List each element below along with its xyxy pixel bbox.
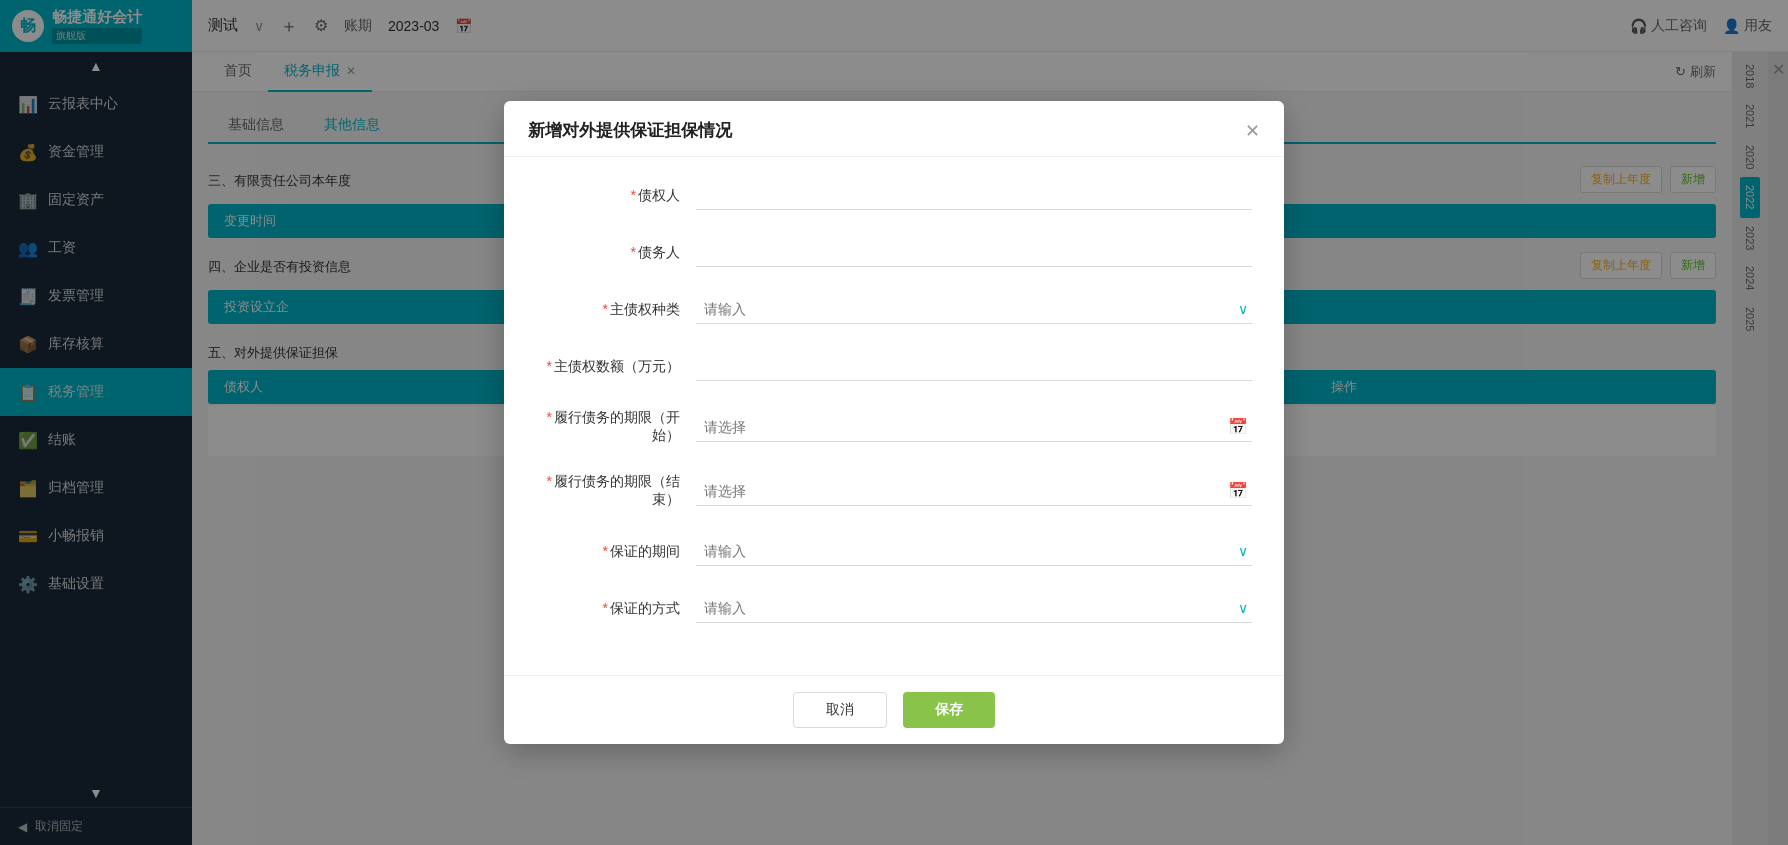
label-debtor: *债务人: [536, 244, 696, 262]
form-field-end-date: *履行债务的期限（结束） 📅: [536, 473, 1252, 509]
form-field-main-claim-type: *主债权种类 ∨: [536, 295, 1252, 324]
required-mark: *: [547, 473, 552, 489]
form-field-main-claim-amount: *主债权数额（万元）: [536, 352, 1252, 381]
modal-title: 新增对外提供保证担保情况: [528, 119, 732, 142]
save-button[interactable]: 保存: [903, 692, 995, 728]
required-mark: *: [547, 409, 552, 425]
select-main-claim-input[interactable]: [696, 295, 1238, 323]
required-mark: *: [603, 543, 608, 559]
label-creditor: *债权人: [536, 187, 696, 205]
required-mark: *: [631, 187, 636, 203]
form-field-start-date: *履行债务的期限（开始） 📅: [536, 409, 1252, 445]
form-field-guarantee-method: *保证的方式 ∨: [536, 594, 1252, 623]
modal-body: *债权人 *债务人 *主债权种类 ∨: [504, 157, 1284, 675]
modal: 新增对外提供保证担保情况 ✕ *债权人 *债务人 *主债权种类: [504, 101, 1284, 744]
form-field-creditor: *债权人: [536, 181, 1252, 210]
required-mark: *: [631, 244, 636, 260]
date-end-input[interactable]: [696, 477, 1228, 505]
label-main-claim-amount: *主债权数额（万元）: [536, 358, 696, 376]
form-field-debtor: *债务人: [536, 238, 1252, 267]
input-main-claim-amount[interactable]: [696, 352, 1252, 381]
required-mark: *: [603, 301, 608, 317]
modal-footer: 取消 保存: [504, 675, 1284, 744]
required-mark: *: [603, 600, 608, 616]
date-start[interactable]: 📅: [696, 413, 1252, 442]
select-main-claim-type[interactable]: ∨: [696, 295, 1252, 324]
label-start-date: *履行债务的期限（开始）: [536, 409, 696, 445]
label-end-date: *履行债务的期限（结束）: [536, 473, 696, 509]
date-end[interactable]: 📅: [696, 477, 1252, 506]
label-guarantee-period: *保证的期间: [536, 543, 696, 561]
label-guarantee-method: *保证的方式: [536, 600, 696, 618]
cancel-button[interactable]: 取消: [793, 692, 887, 728]
chevron-down-method-icon[interactable]: ∨: [1238, 600, 1252, 616]
calendar-end-icon[interactable]: 📅: [1228, 481, 1252, 500]
label-main-claim-type: *主债权种类: [536, 301, 696, 319]
select-guarantee-period-input[interactable]: [696, 537, 1238, 565]
calendar-start-icon[interactable]: 📅: [1228, 417, 1252, 436]
chevron-down-period-icon[interactable]: ∨: [1238, 543, 1252, 559]
select-guarantee-period[interactable]: ∨: [696, 537, 1252, 566]
input-creditor[interactable]: [696, 181, 1252, 210]
modal-close-button[interactable]: ✕: [1245, 122, 1260, 140]
form-field-guarantee-period: *保证的期间 ∨: [536, 537, 1252, 566]
modal-overlay[interactable]: 新增对外提供保证担保情况 ✕ *债权人 *债务人 *主债权种类: [0, 0, 1788, 845]
chevron-down-icon[interactable]: ∨: [1238, 301, 1252, 317]
date-start-input[interactable]: [696, 413, 1228, 441]
select-guarantee-method-input[interactable]: [696, 594, 1238, 622]
select-guarantee-method[interactable]: ∨: [696, 594, 1252, 623]
input-debtor[interactable]: [696, 238, 1252, 267]
modal-header: 新增对外提供保证担保情况 ✕: [504, 101, 1284, 157]
required-mark: *: [547, 358, 552, 374]
